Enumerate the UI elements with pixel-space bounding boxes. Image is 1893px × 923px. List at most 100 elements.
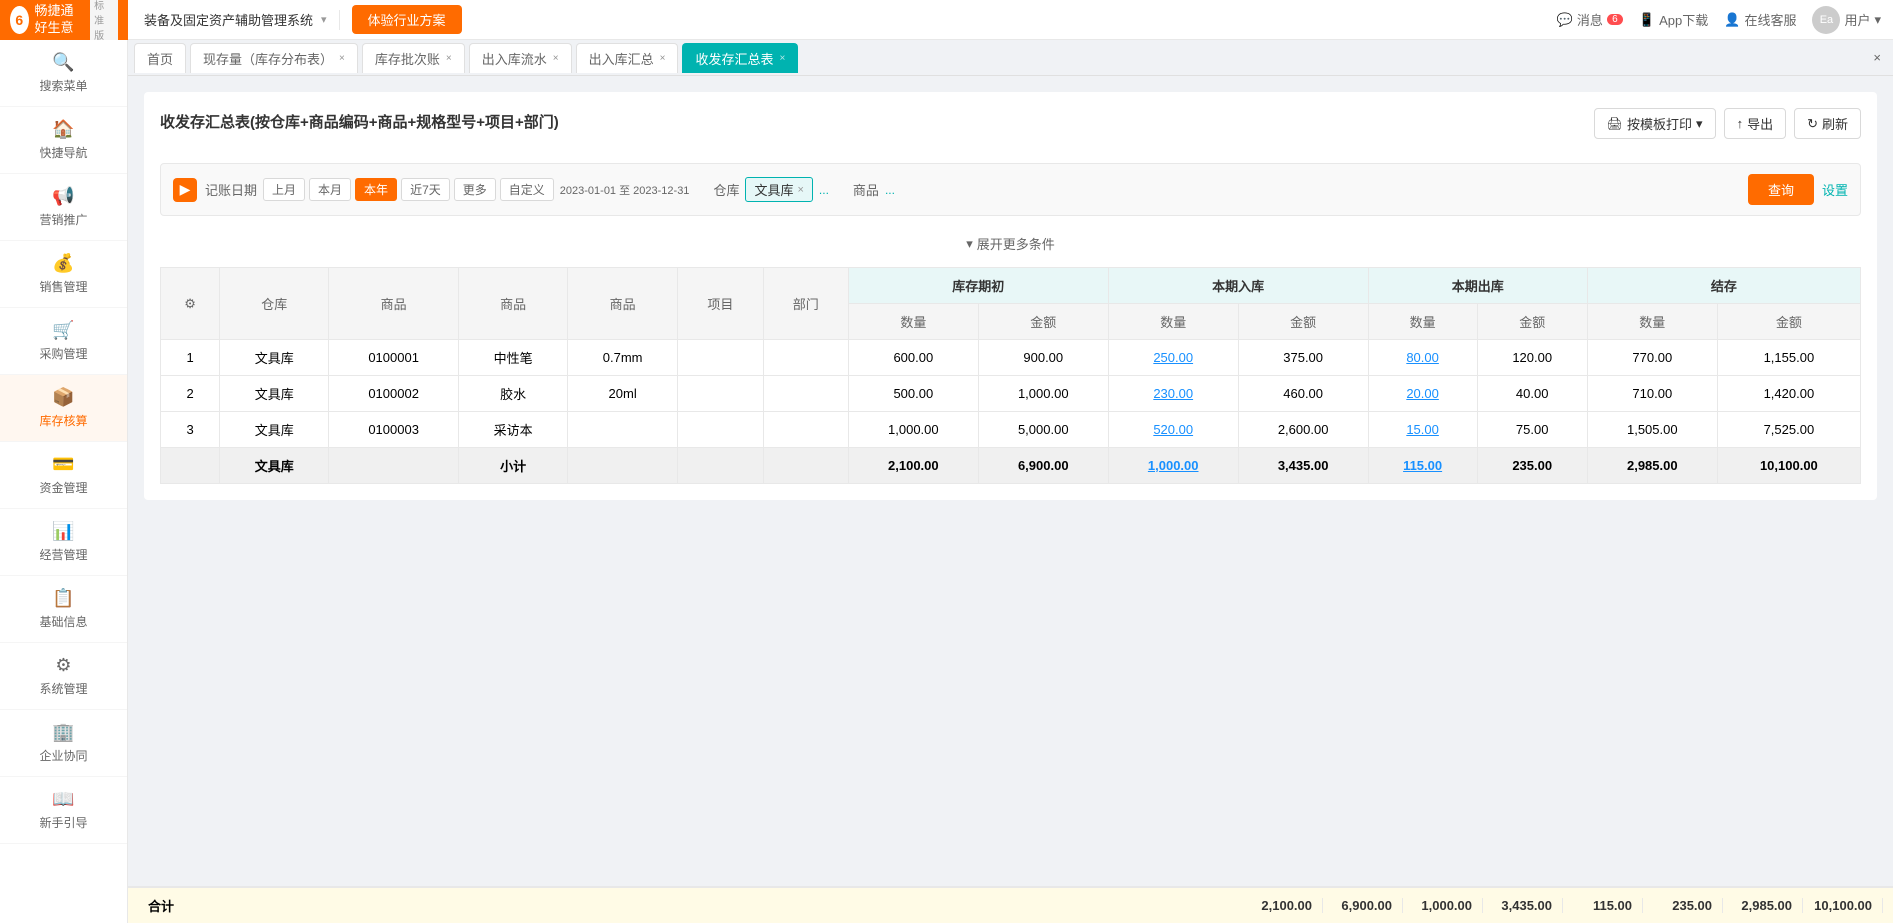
logo-area: 6 畅捷通好生意 标准版 (0, 0, 128, 40)
filter-settings-link[interactable]: 设置 (1822, 180, 1848, 199)
row-product-code (329, 448, 459, 484)
filter-right: 查询 设置 (1748, 174, 1848, 205)
sidebar-label-operations: 经营管理 (39, 546, 87, 563)
sidebar-item-enterprise[interactable]: 🏢 企业协同 (0, 710, 127, 777)
warehouse-filter-label: 仓库 (713, 180, 739, 199)
sidebar-item-system[interactable]: ⚙ 系统管理 (0, 643, 127, 710)
tab-inout-flow-close[interactable]: × (553, 53, 559, 64)
tab-batch-account[interactable]: 库存批次账 × (362, 43, 465, 73)
row-project (678, 412, 763, 448)
sidebar-item-quick-nav[interactable]: 🏠 快捷导航 (0, 107, 127, 174)
warehouse-more-btn[interactable]: ... (819, 183, 829, 197)
col-balance-qty-header: 数量 (1587, 304, 1717, 340)
row-in-qty[interactable]: 1,000.00 (1108, 448, 1238, 484)
search-icon: 🔍 (52, 52, 74, 73)
sidebar-item-marketing[interactable]: 📢 营销推广 (0, 174, 127, 241)
row-out-qty[interactable]: 80.00 (1368, 340, 1477, 376)
beginner-icon: 📖 (52, 789, 74, 810)
row-out-amt: 75.00 (1477, 412, 1587, 448)
sidebar-item-finance[interactable]: 💳 资金管理 (0, 442, 127, 509)
refresh-icon: ↻ (1807, 116, 1818, 132)
col-out-amt-header: 金额 (1477, 304, 1587, 340)
footer-bar: 合计 2,100.00 6,900.00 1,000.00 3,435.00 1… (128, 886, 1893, 923)
tab-home-label: 首页 (147, 49, 173, 68)
logo-text: 畅捷通好生意 (35, 3, 87, 37)
sidebar-label-search: 搜索菜单 (39, 77, 87, 94)
row-opening-qty: 2,100.00 (848, 448, 978, 484)
date-btn-more[interactable]: 更多 (454, 178, 496, 201)
app-download-item[interactable]: 📱 App下载 (1639, 10, 1708, 29)
date-btn-this-year[interactable]: 本年 (355, 178, 397, 201)
row-product-name: 采访本 (459, 412, 568, 448)
tab-inout-summary[interactable]: 出入库汇总 × (576, 43, 679, 73)
row-in-amt: 3,435.00 (1238, 448, 1368, 484)
tab-stock-distribution[interactable]: 现存量（库存分布表） × (190, 43, 358, 73)
warehouse-tag: 文具库 × (745, 177, 812, 202)
row-project (678, 448, 763, 484)
row-out-qty[interactable]: 115.00 (1368, 448, 1477, 484)
product-more-btn[interactable]: ... (885, 183, 895, 197)
print-template-button[interactable]: 🖨 按模板打印 ▾ (1594, 108, 1716, 139)
tab-batch-account-close[interactable]: × (446, 53, 452, 64)
filter-expand-button[interactable]: ▶ (173, 178, 197, 202)
refresh-button[interactable]: ↻ 刷新 (1794, 108, 1861, 139)
row-in-qty[interactable]: 250.00 (1108, 340, 1238, 376)
tab-home[interactable]: 首页 (134, 43, 186, 73)
online-service-item[interactable]: 👤 在线客服 (1724, 10, 1796, 29)
try-industry-button[interactable]: 体验行业方案 (352, 5, 462, 34)
sidebar-item-basic-info[interactable]: 📋 基础信息 (0, 576, 127, 643)
sidebar-item-search[interactable]: 🔍 搜索菜单 (0, 40, 127, 107)
date-btn-7days[interactable]: 近7天 (401, 178, 450, 201)
tab-inout-summary-close[interactable]: × (660, 53, 666, 64)
col-out-qty-header: 数量 (1368, 304, 1477, 340)
export-button[interactable]: ↑ 导出 (1724, 108, 1787, 139)
row-in-amt: 2,600.00 (1238, 412, 1368, 448)
row-product-name: 小计 (459, 448, 568, 484)
row-product-spec (568, 448, 678, 484)
tab-batch-account-label: 库存批次账 (375, 49, 440, 68)
tab-bar-close-all[interactable]: × (1865, 46, 1889, 69)
header-divider (339, 10, 340, 30)
row-opening-qty: 1,000.00 (848, 412, 978, 448)
date-btn-this-month[interactable]: 本月 (309, 178, 351, 201)
app-download-icon: 📱 (1639, 12, 1655, 28)
row-product-name: 中性笔 (459, 340, 568, 376)
footer-out-qty: 115.00 (1563, 898, 1643, 913)
tab-receive-send-summary[interactable]: 收发存汇总表 × (682, 43, 798, 73)
footer-in-amt: 3,435.00 (1483, 898, 1563, 913)
row-out-qty[interactable]: 15.00 (1368, 412, 1477, 448)
search-button[interactable]: 查询 (1748, 174, 1814, 205)
warehouse-tag-close[interactable]: × (797, 184, 803, 196)
sidebar-item-beginner[interactable]: 📖 新手引导 (0, 777, 127, 844)
messages-item[interactable]: 💬 消息 6 (1557, 10, 1623, 29)
date-btn-last-month[interactable]: 上月 (263, 178, 305, 201)
marketing-icon: 📢 (52, 186, 74, 207)
date-btn-custom[interactable]: 自定义 (500, 178, 554, 201)
row-out-qty[interactable]: 20.00 (1368, 376, 1477, 412)
expand-more-button[interactable]: ▾ 展开更多条件 (966, 234, 1055, 253)
row-in-qty[interactable]: 230.00 (1108, 376, 1238, 412)
table-row: 3 文具库 0100003 采访本 1,000.00 5,000.00 520.… (161, 412, 1861, 448)
tab-inout-flow[interactable]: 出入库流水 × (469, 43, 572, 73)
sidebar-item-purchase[interactable]: 🛒 采购管理 (0, 308, 127, 375)
tab-receive-send-close[interactable]: × (779, 53, 785, 64)
tab-inout-flow-label: 出入库流水 (482, 49, 547, 68)
sales-icon: 💰 (52, 253, 74, 274)
header-right: 💬 消息 6 📱 App下载 👤 在线客服 Ea 用户 ▾ (1557, 6, 1881, 34)
sidebar-item-operations[interactable]: 📊 经营管理 (0, 509, 127, 576)
sidebar-item-inventory[interactable]: 📦 库存核算 (0, 375, 127, 442)
row-balance-qty: 2,985.00 (1587, 448, 1717, 484)
user-item[interactable]: Ea 用户 ▾ (1812, 6, 1881, 34)
row-in-qty[interactable]: 520.00 (1108, 412, 1238, 448)
sidebar-label-basic-info: 基础信息 (39, 613, 87, 630)
row-balance-qty: 770.00 (1587, 340, 1717, 376)
row-department (763, 376, 848, 412)
user-avatar: Ea (1812, 6, 1840, 34)
system-dropdown-icon[interactable]: ▾ (321, 13, 327, 26)
row-opening-amt: 6,900.00 (978, 448, 1108, 484)
sidebar-item-sales[interactable]: 💰 销售管理 (0, 241, 127, 308)
date-shortcuts: 上月 本月 本年 近7天 更多 自定义 (263, 178, 554, 201)
table-settings-icon[interactable] (184, 296, 196, 311)
col-opening-header: 库存期初 (848, 268, 1108, 304)
tab-stock-distribution-close[interactable]: × (339, 53, 345, 64)
